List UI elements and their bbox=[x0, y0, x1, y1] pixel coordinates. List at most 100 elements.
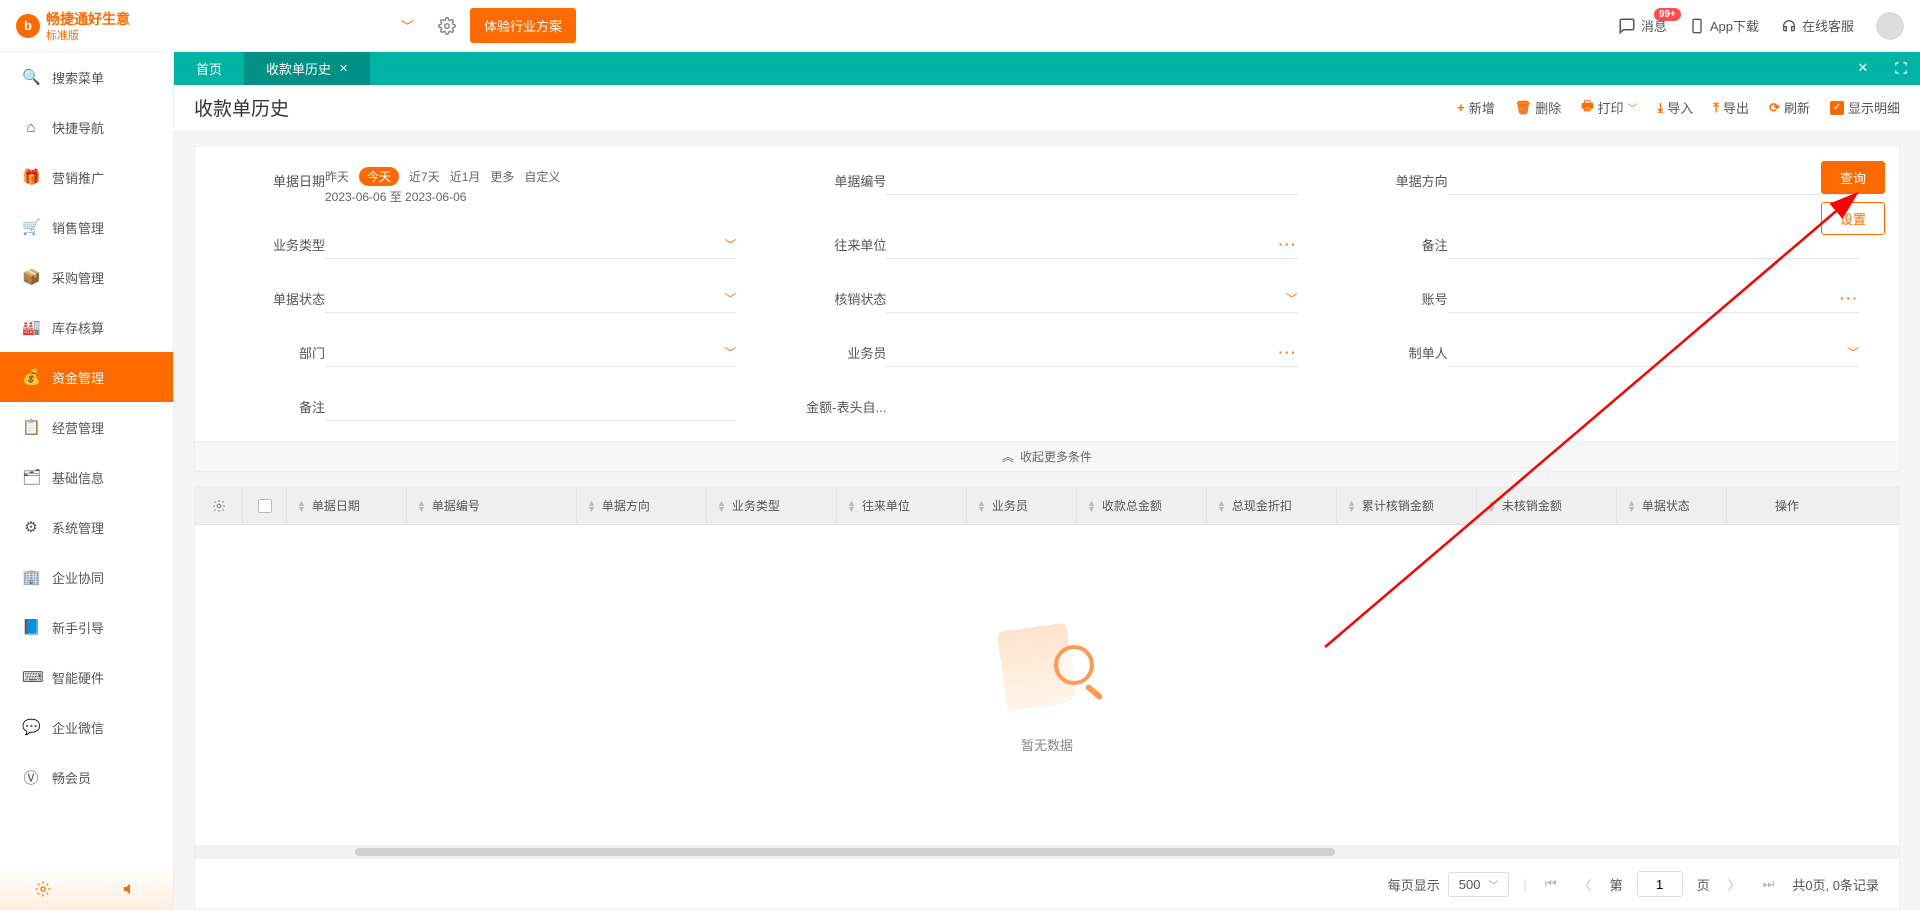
page-input[interactable] bbox=[1637, 871, 1683, 897]
page-prev-button[interactable]: 〈 bbox=[1575, 875, 1596, 894]
sidebar-item-vip[interactable]: Ⓥ畅会员 bbox=[0, 752, 173, 802]
sidebar-item-cart[interactable]: 🛒销售管理 bbox=[0, 202, 173, 252]
column-label: 操作 bbox=[1775, 497, 1799, 514]
tab-fullscreen-button[interactable] bbox=[1882, 52, 1920, 85]
dept-select[interactable]: ﹀ bbox=[325, 339, 736, 367]
sidebar-item-newbie[interactable]: 📘新手引导 bbox=[0, 602, 173, 652]
date-quick-last1m[interactable]: 近1月 bbox=[450, 168, 481, 185]
logo-sub: 标准版 bbox=[46, 27, 130, 43]
volume-icon[interactable] bbox=[122, 881, 138, 897]
date-quick-last7[interactable]: 近7天 bbox=[409, 168, 440, 185]
tab-label: 首页 bbox=[196, 59, 222, 78]
sidebar-item-money[interactable]: 💰资金管理 bbox=[0, 352, 173, 402]
refresh-button[interactable]: ⟳刷新 bbox=[1769, 98, 1810, 117]
user-avatar[interactable] bbox=[1876, 12, 1904, 40]
sidebar-item-ledger[interactable]: 📋经营管理 bbox=[0, 402, 173, 452]
date-quick-custom[interactable]: 自定义 bbox=[524, 168, 560, 185]
column-header[interactable]: 操作 bbox=[1727, 487, 1847, 524]
support-button[interactable]: 在线客服 bbox=[1781, 16, 1854, 35]
column-header[interactable]: ▲▼业务类型 bbox=[707, 487, 837, 524]
column-header[interactable]: ▲▼未核销金额 bbox=[1477, 487, 1617, 524]
page-summary: 共0页, 0条记录 bbox=[1792, 875, 1879, 894]
filter-panel: 单据日期 昨天 今天 近7天 近1月 更多 自定义 2023-06-06 至 2… bbox=[194, 146, 1900, 472]
date-quick-today[interactable]: 今天 bbox=[359, 167, 399, 186]
direction-select[interactable]: ﹀ bbox=[1448, 167, 1859, 195]
messages-button[interactable]: 消息 99+ bbox=[1618, 16, 1667, 35]
delete-button[interactable]: 🗑删除 bbox=[1515, 98, 1562, 117]
sort-icon: ▲▼ bbox=[717, 500, 726, 512]
collapse-filter-button[interactable]: ︽ 收起更多条件 bbox=[195, 441, 1899, 471]
column-header[interactable]: ▲▼单据方向 bbox=[577, 487, 707, 524]
date-quick-yesterday[interactable]: 昨天 bbox=[325, 168, 349, 185]
sidebar-item-data[interactable]: 🗂基础信息 bbox=[0, 452, 173, 502]
sidebar-item-label: 系统管理 bbox=[52, 518, 104, 537]
doc-no-input[interactable] bbox=[886, 167, 1297, 195]
page-next-button[interactable]: 〉 bbox=[1724, 875, 1745, 894]
sidebar-item-wecom[interactable]: 💬企业微信 bbox=[0, 702, 173, 752]
operator-picker[interactable]: ··· bbox=[886, 339, 1297, 367]
filter-date: 单据日期 昨天 今天 近7天 近1月 更多 自定义 2023-06-06 至 2… bbox=[215, 167, 736, 205]
remark-input[interactable] bbox=[1448, 231, 1859, 259]
column-header[interactable]: ▲▼单据编号 bbox=[407, 487, 577, 524]
print-button[interactable]: 🖶打印﹀ bbox=[1581, 97, 1637, 119]
tab-1[interactable]: 收款单历史✕ bbox=[244, 52, 370, 85]
per-page-select[interactable]: 500 ﹀ bbox=[1448, 872, 1510, 897]
close-icon[interactable]: ✕ bbox=[339, 62, 348, 75]
filter-settings-button[interactable]: 设置 bbox=[1821, 202, 1885, 235]
sidebar-item-hw[interactable]: ⌨智能硬件 bbox=[0, 652, 173, 702]
filter-remark: 备注 bbox=[1338, 231, 1859, 259]
date-quick-more[interactable]: 更多 bbox=[490, 168, 514, 185]
column-settings-button[interactable] bbox=[195, 487, 243, 524]
import-button[interactable]: ⤓导入 bbox=[1658, 98, 1694, 117]
column-header[interactable]: ▲▼总现金折扣 bbox=[1207, 487, 1337, 524]
amount-head-input[interactable] bbox=[886, 393, 1297, 421]
sidebar-item-search[interactable]: 🔍搜索菜单 bbox=[0, 52, 173, 102]
select-all-checkbox[interactable] bbox=[243, 487, 287, 524]
column-header[interactable]: ▲▼单据状态 bbox=[1617, 487, 1727, 524]
page-first-button[interactable]: ⏮ bbox=[1541, 876, 1561, 892]
gear-icon[interactable] bbox=[35, 881, 51, 897]
sidebar-item-system[interactable]: ⚙系统管理 bbox=[0, 502, 173, 552]
column-header[interactable]: ▲▼业务员 bbox=[967, 487, 1077, 524]
export-button[interactable]: ⤒导出 bbox=[1713, 98, 1749, 117]
ellipsis-icon: ··· bbox=[1279, 345, 1298, 360]
account-picker[interactable]: ··· bbox=[1448, 285, 1859, 313]
sidebar-item-gift[interactable]: 🎁营销推广 bbox=[0, 152, 173, 202]
biz-type-select[interactable]: ﹀ bbox=[325, 231, 736, 259]
sidebar-item-home[interactable]: ⌂快捷导航 bbox=[0, 102, 173, 152]
filter-account: 账号 ··· bbox=[1338, 285, 1859, 313]
show-detail-toggle[interactable]: ✓显示明细 bbox=[1830, 98, 1900, 117]
column-label: 往来单位 bbox=[862, 497, 910, 514]
industry-plan-button[interactable]: 体验行业方案 bbox=[470, 8, 576, 43]
horizontal-scrollbar[interactable] bbox=[195, 845, 1899, 859]
table-header: ▲▼单据日期▲▼单据编号▲▼单据方向▲▼业务类型▲▼往来单位▲▼业务员▲▼收款总… bbox=[195, 487, 1899, 525]
sidebar-item-label: 企业协同 bbox=[52, 568, 104, 587]
column-header[interactable]: ▲▼累计核销金额 bbox=[1337, 487, 1477, 524]
column-header[interactable]: ▲▼往来单位 bbox=[837, 487, 967, 524]
sidebar-item-coop[interactable]: 🏢企业协同 bbox=[0, 552, 173, 602]
app-download-button[interactable]: App下载 bbox=[1689, 16, 1759, 35]
sidebar-item-warehouse[interactable]: 🏭库存核算 bbox=[0, 302, 173, 352]
column-header[interactable]: ▲▼收款总金额 bbox=[1077, 487, 1207, 524]
tab-0[interactable]: 首页 bbox=[174, 52, 244, 85]
partner-picker[interactable]: ··· bbox=[886, 231, 1297, 259]
filter-direction: 单据方向 ﹀ bbox=[1338, 167, 1859, 205]
remark2-input[interactable] bbox=[325, 393, 736, 421]
sort-icon: ▲▼ bbox=[1217, 500, 1226, 512]
ellipsis-icon: ··· bbox=[1279, 237, 1298, 252]
search-button[interactable]: 查询 bbox=[1821, 161, 1885, 194]
settings-icon[interactable] bbox=[438, 17, 456, 35]
tab-close-button[interactable]: ✕ bbox=[1844, 52, 1882, 85]
table-footer: 每页显示 500 ﹀ | ⏮ 〈 第 页 〉 ⏭ 共0页, 0条记录 bbox=[195, 859, 1899, 909]
hexiao-status-select[interactable]: ﹀ bbox=[886, 285, 1297, 313]
company-selector[interactable]: ﹀ bbox=[174, 16, 424, 35]
page-last-button[interactable]: ⏭ bbox=[1759, 876, 1779, 892]
creator-select[interactable]: ﹀ bbox=[1448, 339, 1859, 367]
sidebar-item-label: 企业微信 bbox=[52, 718, 104, 737]
add-button[interactable]: +新增 bbox=[1457, 98, 1495, 117]
cart-icon: 🛒 bbox=[22, 218, 40, 236]
doc-status-select[interactable]: ﹀ bbox=[325, 285, 736, 313]
sidebar-item-box[interactable]: 📦采购管理 bbox=[0, 252, 173, 302]
sidebar-item-label: 搜索菜单 bbox=[52, 68, 104, 87]
column-header[interactable]: ▲▼单据日期 bbox=[287, 487, 407, 524]
